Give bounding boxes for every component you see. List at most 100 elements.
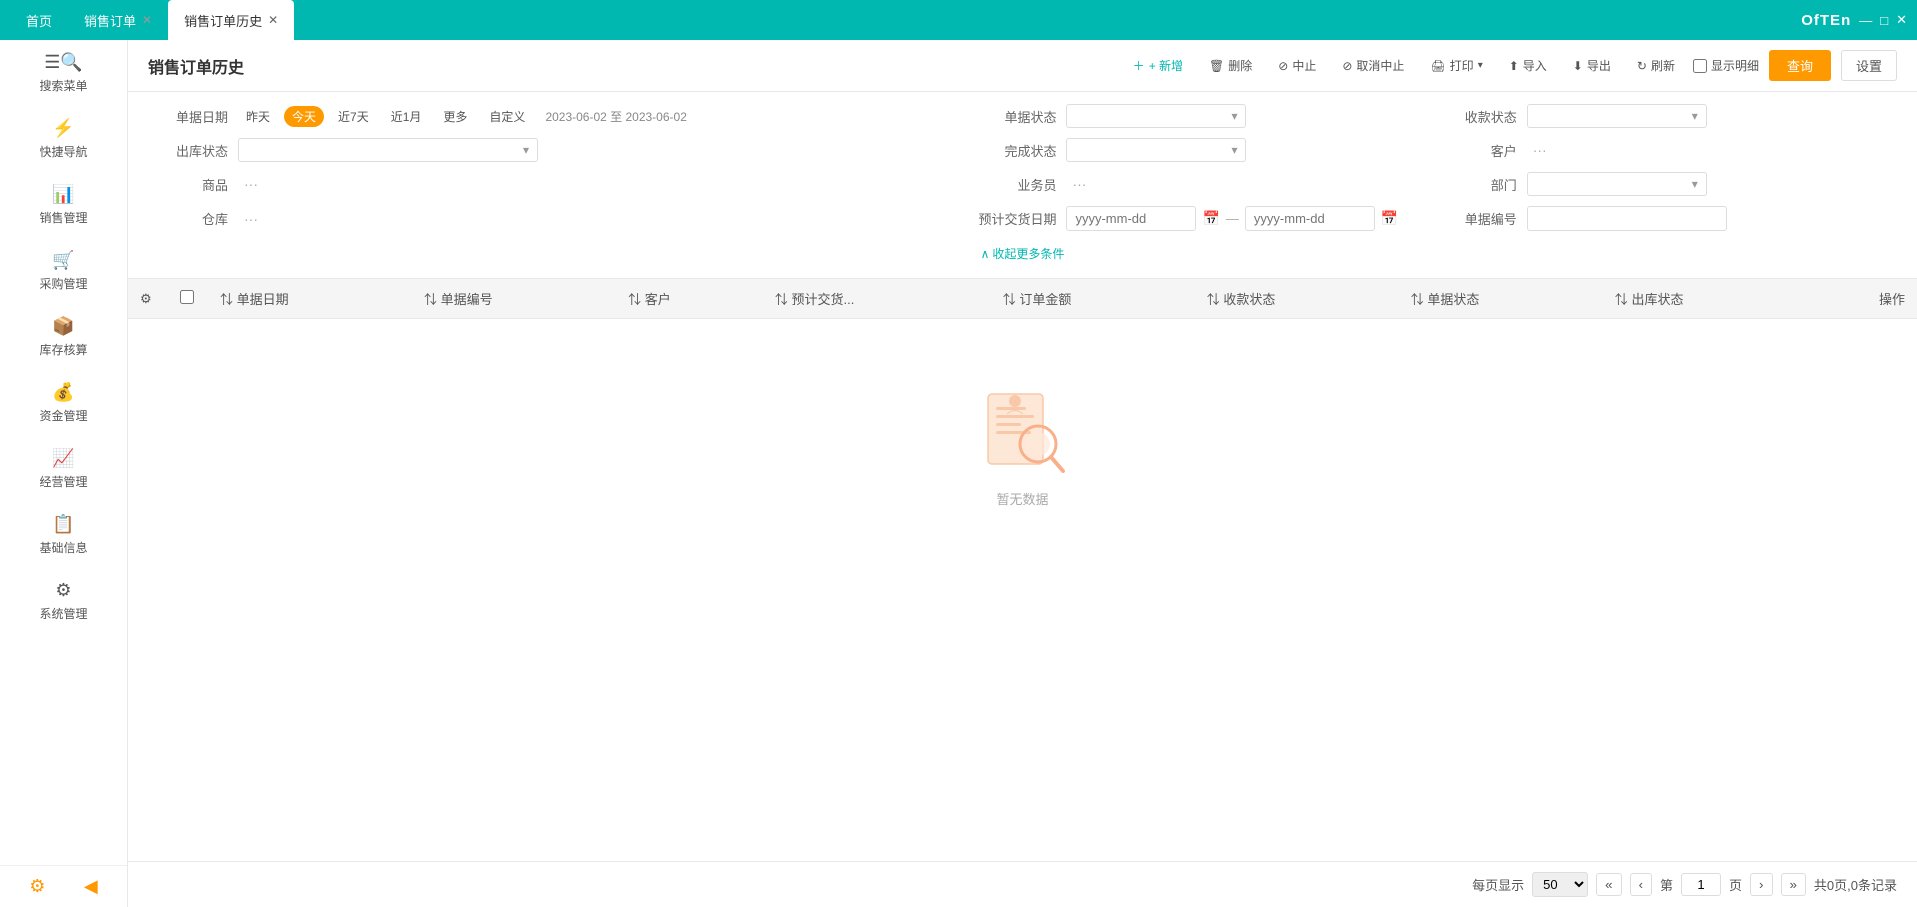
th-number[interactable]: ⇅ 单据编号: [412, 279, 616, 319]
date-last-month[interactable]: 近1月: [383, 106, 430, 127]
filter-row-2: 出库状态 ▾ 完成状态 ▾ 客户 ···: [148, 138, 1897, 162]
setting-button[interactable]: 设置: [1841, 50, 1897, 81]
delete-button[interactable]: 🗑 删除: [1201, 53, 1260, 78]
calendar-start-icon[interactable]: 📅: [1202, 210, 1219, 227]
minimize-icon[interactable]: —: [1859, 13, 1872, 28]
date-yesterday[interactable]: 昨天: [238, 106, 278, 127]
sidebar: ☰🔍 搜索菜单 ⚡ 快捷导航 📊 销售管理 🛒 采购管理 📦 库存核算 💰 资金…: [0, 40, 128, 907]
th-amount[interactable]: ⇅ 订单金额: [991, 279, 1195, 319]
print-icon: 🖨: [1430, 59, 1445, 73]
query-button[interactable]: 查询: [1769, 50, 1831, 81]
page-unit: 页: [1729, 875, 1742, 894]
close-tab-history[interactable]: ✕: [268, 13, 278, 27]
date-more[interactable]: 更多: [435, 106, 475, 127]
salesperson-label: 业务员: [976, 175, 1066, 194]
delivery-date-end[interactable]: [1245, 206, 1375, 231]
sort-date-icon: ⇅: [220, 292, 233, 307]
total-info: 共0页,0条记录: [1814, 875, 1897, 894]
department-select[interactable]: ▾: [1527, 172, 1707, 196]
maximize-icon[interactable]: □: [1880, 13, 1888, 28]
sidebar-item-purchase[interactable]: 🛒 采购管理: [0, 238, 127, 304]
delivery-date-start[interactable]: [1066, 206, 1196, 231]
last-page-button[interactable]: »: [1781, 873, 1806, 896]
product-ellipsis-button[interactable]: ···: [238, 176, 264, 192]
first-page-button[interactable]: «: [1596, 873, 1621, 896]
date-last7[interactable]: 近7天: [330, 106, 377, 127]
sidebar-item-quick-nav[interactable]: ⚡ 快捷导航: [0, 106, 127, 172]
show-detail-checkbox-group: 显示明细: [1693, 57, 1759, 74]
delivery-status-label: 出库状态: [148, 141, 238, 160]
show-detail-checkbox[interactable]: [1693, 59, 1707, 73]
top-bar: 首页 销售订单 ✕ 销售订单历史 ✕ OfTEn — □ ✕: [0, 0, 1917, 40]
sales-icon: 📊: [52, 184, 74, 205]
brand-logo: OfTEn: [1801, 12, 1851, 29]
current-page-input[interactable]: [1681, 873, 1721, 896]
sidebar-item-system[interactable]: ⚙ 系统管理: [0, 568, 127, 634]
finance-icon: 💰: [52, 382, 74, 403]
complete-status-label: 完成状态: [976, 141, 1066, 160]
import-button[interactable]: ⬆ 导入: [1501, 53, 1555, 78]
sidebar-collapse-icon[interactable]: ◀: [84, 876, 98, 897]
sidebar-item-sales[interactable]: 📊 销售管理: [0, 172, 127, 238]
payment-status-select[interactable]: ▾: [1527, 104, 1707, 128]
next-page-button[interactable]: ›: [1750, 873, 1772, 896]
customer-ellipsis-button[interactable]: ···: [1527, 142, 1553, 158]
expected-delivery-label: 预计交货日期: [976, 209, 1066, 228]
collapse-chevron-icon: ∧: [981, 247, 990, 261]
sidebar-item-operation[interactable]: 📈 经营管理: [0, 436, 127, 502]
quick-nav-icon: ⚡: [52, 118, 74, 139]
calendar-end-icon[interactable]: 📅: [1381, 210, 1398, 227]
date-custom[interactable]: 自定义: [481, 106, 533, 127]
filter-delivery-date-col: 预计交货日期 📅 — 📅: [976, 206, 1436, 231]
sidebar-item-search-menu[interactable]: ☰🔍 搜索菜单: [0, 40, 127, 106]
th-customer[interactable]: ⇅ 客户: [616, 279, 763, 319]
table-head: ⚙ ⇅ 单据日期 ⇅ 单据编号: [128, 279, 1917, 319]
th-date[interactable]: ⇅ 单据日期: [208, 279, 412, 319]
complete-status-select[interactable]: ▾: [1066, 138, 1246, 162]
table-area: ⚙ ⇅ 单据日期 ⇅ 单据编号: [128, 279, 1917, 861]
tab-home[interactable]: 首页: [10, 0, 68, 40]
cancel-stop-button[interactable]: ⊘ 取消中止: [1334, 53, 1412, 78]
warehouse-ellipsis-button[interactable]: ···: [238, 211, 264, 227]
salesperson-ellipsis-button[interactable]: ···: [1066, 176, 1092, 192]
order-status-select[interactable]: ▾: [1066, 104, 1246, 128]
sidebar-bottom: ⚙ ◀: [0, 865, 127, 907]
date-group: 昨天 今天 近7天 近1月 更多 自定义 2023-06-02 至 2023-0…: [238, 106, 687, 127]
close-window-icon[interactable]: ✕: [1896, 12, 1907, 28]
th-delivery-status[interactable]: ⇅ 出库状态: [1603, 279, 1807, 319]
customer-label: 客户: [1437, 141, 1527, 160]
data-table: ⚙ ⇅ 单据日期 ⇅ 单据编号: [128, 279, 1917, 568]
payment-status-label: 收款状态: [1437, 107, 1527, 126]
th-order-status[interactable]: ⇅ 单据状态: [1399, 279, 1603, 319]
th-settings[interactable]: ⚙: [128, 279, 168, 319]
export-button[interactable]: ⬇ 导出: [1565, 53, 1619, 78]
print-button[interactable]: 🖨 打印 ▾: [1422, 53, 1490, 78]
filter-order-status-col: 单据状态 ▾: [976, 104, 1436, 128]
tab-sales-order-history[interactable]: 销售订单历史 ✕: [168, 0, 294, 40]
delivery-status-select[interactable]: ▾: [238, 138, 538, 162]
sidebar-item-inventory[interactable]: 📦 库存核算: [0, 304, 127, 370]
order-number-input[interactable]: [1527, 206, 1727, 231]
date-today[interactable]: 今天: [284, 106, 324, 127]
column-settings-icon[interactable]: ⚙: [140, 291, 152, 306]
sidebar-item-basic-info[interactable]: 📋 基础信息: [0, 502, 127, 568]
close-tab-sales-order[interactable]: ✕: [142, 13, 152, 27]
page-header: 销售订单历史 ＋ + 新增 🗑 删除 ⊘ 中止 ⊘ 取消中止: [128, 40, 1917, 92]
collapse-filter-link[interactable]: ∧ 收起更多条件: [148, 241, 1897, 266]
tab-sales-order[interactable]: 销售订单 ✕: [68, 0, 168, 40]
page-size-select[interactable]: 50 10 20 100: [1532, 872, 1588, 897]
complete-status-chevron-icon: ▾: [1231, 143, 1237, 157]
prev-page-button[interactable]: ‹: [1630, 873, 1652, 896]
sidebar-item-finance[interactable]: 💰 资金管理: [0, 370, 127, 436]
th-expected-delivery[interactable]: ⇅ 预计交货...: [763, 279, 991, 319]
filter-row-1: 单据日期 昨天 今天 近7天 近1月 更多 自定义 2023-06-02 至 2…: [148, 104, 1897, 128]
sort-customer-icon: ⇅: [628, 292, 641, 307]
refresh-button[interactable]: ↻ 刷新: [1629, 53, 1683, 78]
sidebar-settings-icon[interactable]: ⚙: [29, 876, 45, 897]
select-all-checkbox[interactable]: [180, 290, 194, 304]
new-button[interactable]: ＋ + 新增: [1125, 53, 1191, 78]
th-payment-status[interactable]: ⇅ 收款状态: [1195, 279, 1399, 319]
stop-button[interactable]: ⊘ 中止: [1270, 53, 1324, 78]
sort-amount-icon: ⇅: [1003, 292, 1016, 307]
page-title: 销售订单历史: [148, 54, 244, 78]
